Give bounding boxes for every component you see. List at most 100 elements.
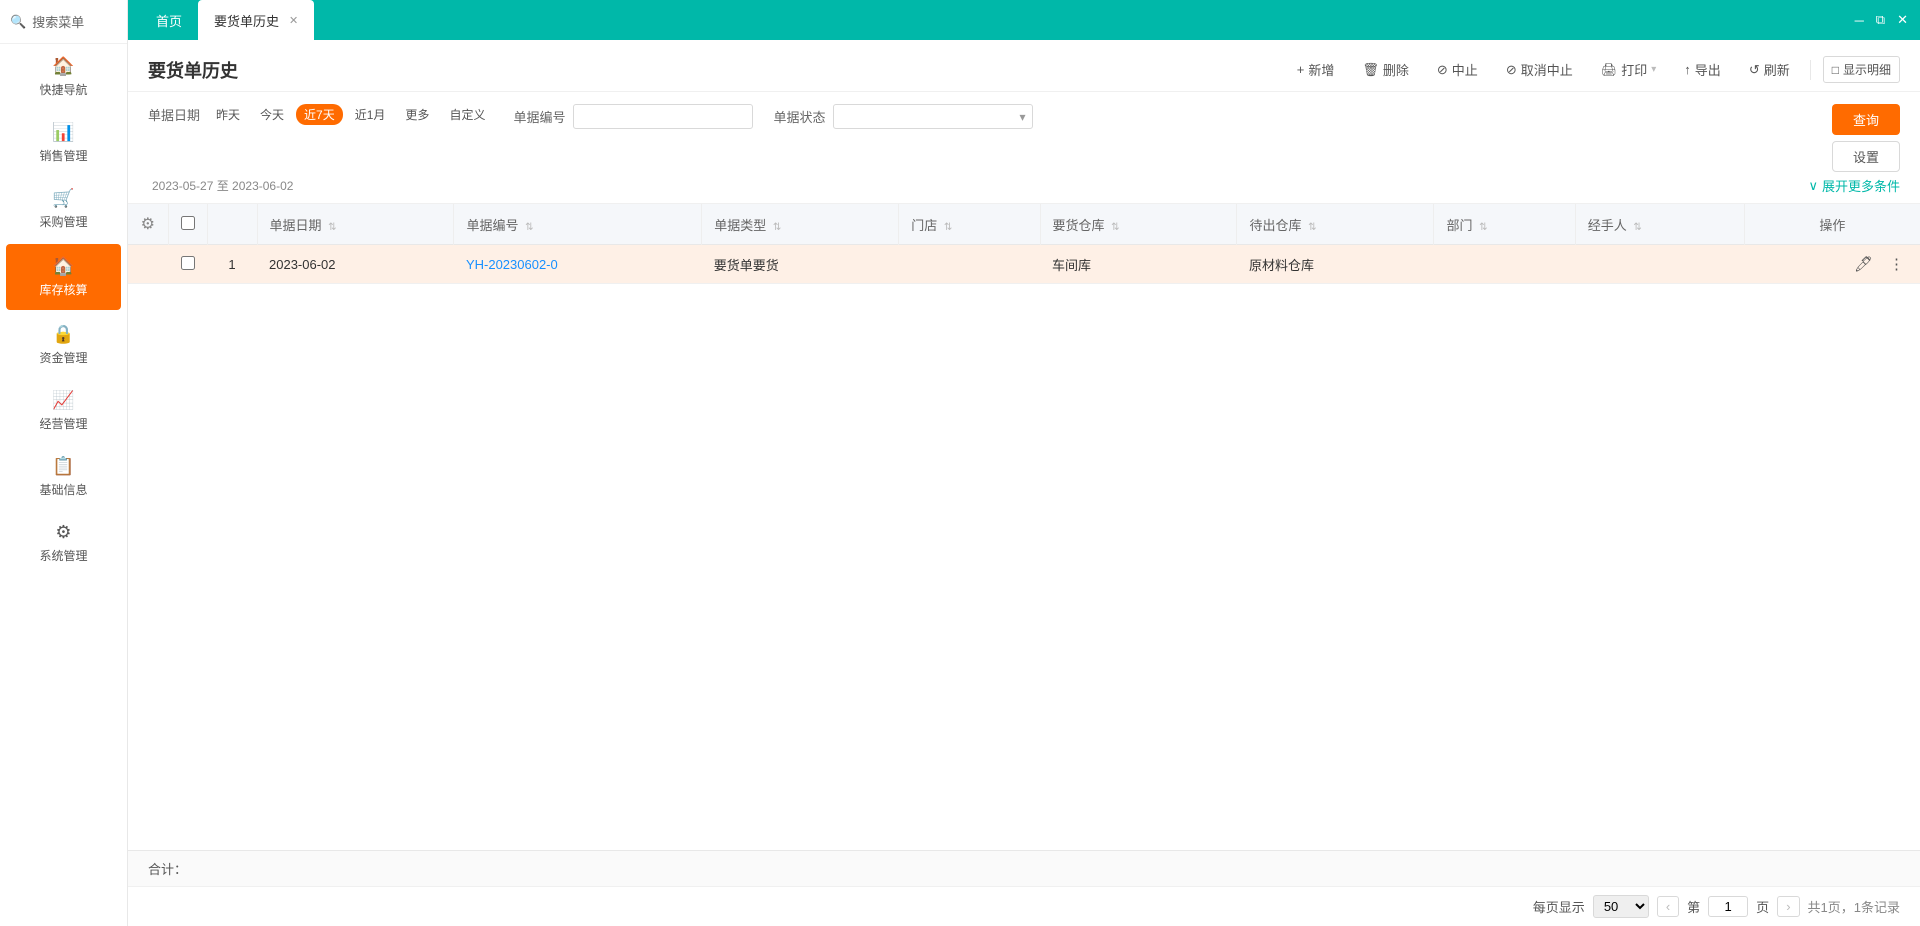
- sidebar-item-label: 系统管理: [39, 547, 87, 564]
- tab-req-history-label: 要货单历史: [214, 11, 279, 30]
- display-detail-label: 显示明细: [1843, 61, 1891, 78]
- close-window-icon[interactable]: ✕: [1897, 12, 1908, 28]
- sidebar-item-label: 经营管理: [39, 415, 87, 432]
- sidebar-item-finance[interactable]: 🔒 资金管理: [0, 312, 127, 378]
- sort-handler-icon[interactable]: ⇅: [1633, 222, 1641, 233]
- restore-icon[interactable]: ⧉: [1876, 12, 1885, 28]
- sidebar-item-system[interactable]: ⚙ 系统管理: [0, 510, 127, 576]
- tab-home-label: 首页: [156, 11, 182, 30]
- display-detail-button[interactable]: □ 显示明细: [1823, 56, 1900, 83]
- date-opt-yesterday[interactable]: 昨天: [208, 104, 248, 125]
- sort-req-warehouse-icon[interactable]: ⇅: [1111, 222, 1119, 233]
- sort-store-icon[interactable]: ⇅: [944, 222, 952, 233]
- row-action-cell: 🖊 ⋮: [1744, 245, 1920, 284]
- chevron-down-icon: ∨: [1808, 178, 1818, 194]
- toolbar-divider: [1810, 60, 1811, 80]
- row-more-icon[interactable]: ⋮: [1885, 253, 1908, 275]
- sort-type-icon[interactable]: ⇅: [773, 222, 781, 233]
- tab-req-history[interactable]: 要货单历史 ✕: [198, 0, 314, 40]
- pagination: 每页显示 50 10 20 100 ‹ 第 页 › 共1页，1条记录: [128, 886, 1920, 926]
- col-settings: ⚙: [128, 204, 168, 245]
- table-body: 1 2023-06-02 YH-20230602-0 要货单要货 车间库 原材料…: [128, 245, 1920, 284]
- toolbar: + 新增 🗑 删除 ⊘ 中止 ⊘ 取消中止 🖨 打印: [1289, 56, 1900, 83]
- pagination-info: 共1页，1条记录: [1808, 897, 1900, 916]
- status-select[interactable]: [833, 104, 1033, 129]
- next-page-button[interactable]: ›: [1777, 896, 1799, 917]
- main-area: 首页 要货单历史 ✕ ─ ⧉ ✕ 要货单历史 + 新增 🗑 删除: [128, 0, 1920, 926]
- page-title: 要货单历史: [148, 57, 238, 83]
- sidebar-item-quick-nav[interactable]: 🏠 快捷导航: [0, 44, 127, 110]
- col-dept: 部门 ⇅: [1434, 204, 1575, 245]
- date-filter-label: 单据日期: [148, 105, 200, 124]
- row-edit-icon[interactable]: 🖊: [1850, 253, 1877, 275]
- row-num-cell: 1: [207, 245, 257, 284]
- row-date-cell: 2023-06-02: [257, 245, 454, 284]
- col-date: 单据日期 ⇅: [257, 204, 454, 245]
- tab-close-icon[interactable]: ✕: [289, 14, 298, 27]
- page-suffix: 页: [1756, 897, 1769, 916]
- sidebar-item-sales[interactable]: 📊 销售管理: [0, 110, 127, 176]
- finance-icon: 🔒: [52, 324, 74, 345]
- sidebar-item-operation[interactable]: 📈 经营管理: [0, 378, 127, 444]
- date-opt-last7days[interactable]: 近7天: [296, 104, 343, 125]
- col-req-warehouse: 要货仓库 ⇅: [1040, 204, 1237, 245]
- sort-pending-warehouse-icon[interactable]: ⇅: [1308, 222, 1316, 233]
- sidebar-item-purchase[interactable]: 🛒 采购管理: [0, 176, 127, 242]
- cancel-stop-icon: ⊘: [1506, 62, 1517, 78]
- chart-icon: 📊: [52, 122, 74, 143]
- sidebar-item-label: 资金管理: [39, 349, 87, 366]
- print-button[interactable]: 🖨 打印 ▾: [1593, 56, 1665, 83]
- date-opt-last1month[interactable]: 近1月: [347, 104, 394, 125]
- per-page-label: 每页显示: [1533, 897, 1585, 916]
- row-no-link[interactable]: YH-20230602-0: [466, 257, 558, 272]
- docno-filter-input[interactable]: [573, 104, 753, 129]
- filter-settings-button[interactable]: 设置: [1832, 141, 1900, 172]
- table-row[interactable]: 1 2023-06-02 YH-20230602-0 要货单要货 车间库 原材料…: [128, 245, 1920, 284]
- page-number-input[interactable]: [1708, 896, 1748, 917]
- select-all-checkbox[interactable]: [181, 216, 195, 230]
- row-pending-warehouse-cell: 原材料仓库: [1237, 245, 1434, 284]
- sidebar-search[interactable]: 🔍 搜索菜单: [0, 0, 127, 44]
- col-pending-warehouse: 待出仓库 ⇅: [1237, 204, 1434, 245]
- expand-more-btn[interactable]: ∨ 展开更多条件: [1808, 176, 1900, 195]
- filter-area: 单据日期 昨天 今天 近7天 近1月 更多 自定义 单据编号: [128, 92, 1920, 204]
- sort-date-icon[interactable]: ⇅: [328, 222, 336, 233]
- row-check-cell: [168, 245, 207, 284]
- sidebar-search-label: 搜索菜单: [32, 12, 84, 31]
- minimize-icon[interactable]: ─: [1855, 13, 1864, 28]
- print-label: 打印: [1621, 60, 1647, 79]
- stop-label: 中止: [1452, 60, 1478, 79]
- per-page-select[interactable]: 50 10 20 100: [1593, 895, 1649, 918]
- topbar-right: ─ ⧉ ✕: [1855, 12, 1908, 28]
- sidebar-item-label: 快捷导航: [39, 81, 87, 98]
- col-store: 门店 ⇅: [899, 204, 1040, 245]
- sidebar-item-inventory[interactable]: 🏠 库存核算: [6, 244, 121, 310]
- filter-action-btns: 查询 设置: [1832, 104, 1900, 172]
- new-icon: +: [1297, 62, 1305, 77]
- refresh-button[interactable]: ↺ 刷新: [1741, 56, 1798, 83]
- col-type: 单据类型 ⇅: [702, 204, 899, 245]
- operation-icon: 📈: [52, 390, 74, 411]
- tab-home[interactable]: 首页: [140, 0, 198, 40]
- status-filter-group: 单据状态: [773, 104, 1033, 129]
- docno-filter-group: 单据编号: [513, 104, 753, 129]
- date-opt-today[interactable]: 今天: [252, 104, 292, 125]
- col-handler: 经手人 ⇅: [1575, 204, 1744, 245]
- date-opt-more[interactable]: 更多: [397, 104, 437, 125]
- stop-button[interactable]: ⊘ 中止: [1429, 56, 1486, 83]
- sidebar-item-label: 基础信息: [39, 481, 87, 498]
- sidebar-item-base-info[interactable]: 📋 基础信息: [0, 444, 127, 510]
- filter-bottom-row: 2023-05-27 至 2023-06-02 ∨ 展开更多条件: [148, 172, 1900, 203]
- date-opt-custom[interactable]: 自定义: [441, 104, 493, 125]
- sort-dept-icon[interactable]: ⇅: [1479, 222, 1487, 233]
- new-button[interactable]: + 新增: [1289, 56, 1343, 83]
- cancel-stop-button[interactable]: ⊘ 取消中止: [1498, 56, 1581, 83]
- refresh-label: 刷新: [1764, 60, 1790, 79]
- prev-page-button[interactable]: ‹: [1657, 896, 1679, 917]
- sort-no-icon[interactable]: ⇅: [525, 222, 533, 233]
- query-button[interactable]: 查询: [1832, 104, 1900, 135]
- delete-button[interactable]: 🗑 删除: [1354, 56, 1417, 83]
- row-checkbox[interactable]: [181, 256, 195, 270]
- export-button[interactable]: ↑ 导出: [1676, 56, 1729, 83]
- gear-settings-icon[interactable]: ⚙: [141, 216, 155, 233]
